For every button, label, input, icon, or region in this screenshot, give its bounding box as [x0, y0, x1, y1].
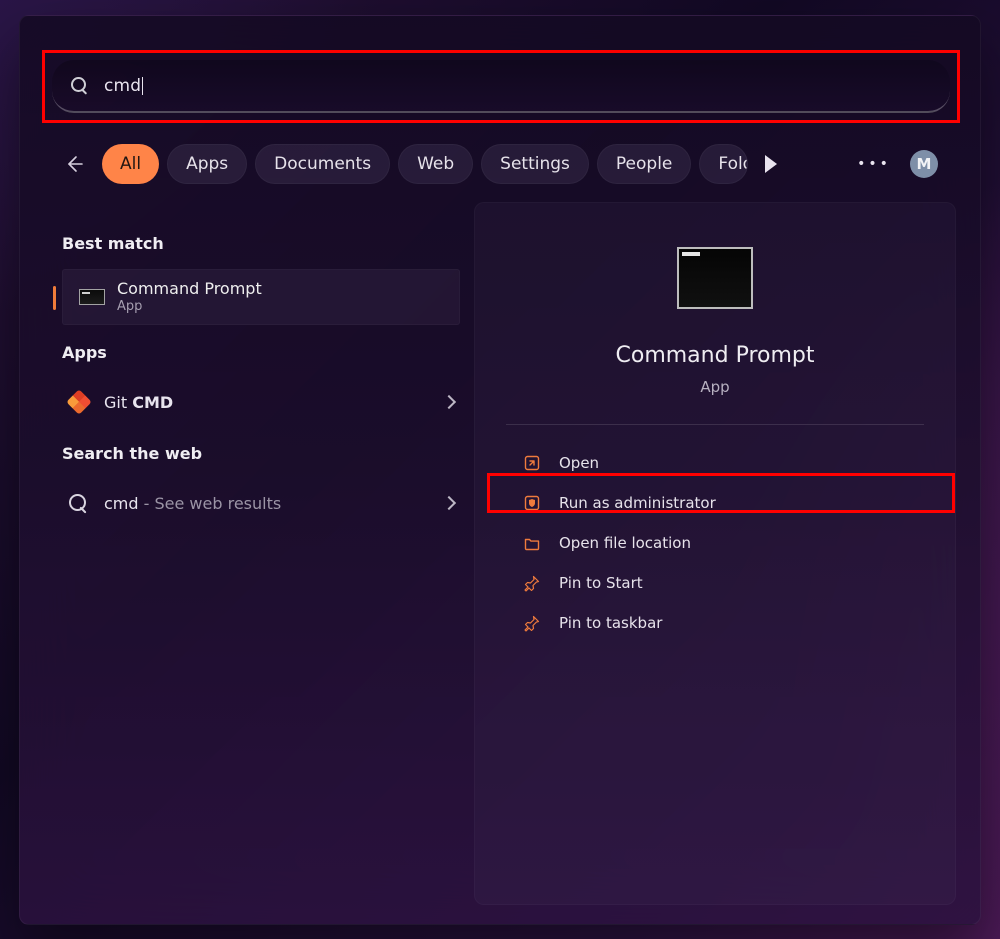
chevron-right-icon — [442, 395, 456, 409]
user-initial: M — [917, 155, 932, 173]
search-value: cmd — [104, 76, 141, 96]
tab-apps[interactable]: Apps — [167, 144, 247, 184]
user-avatar[interactable]: M — [910, 150, 938, 178]
back-button[interactable] — [62, 152, 86, 176]
tab-label: Folders — [718, 154, 748, 174]
app-result-label: Git CMD — [104, 393, 173, 412]
tab-all[interactable]: All — [102, 144, 159, 184]
best-match-item[interactable]: Command Prompt App — [62, 269, 460, 325]
search-icon — [68, 492, 90, 514]
action-open[interactable]: Open — [485, 443, 945, 483]
web-result-label: cmd - See web results — [104, 494, 281, 513]
divider — [506, 424, 924, 425]
action-label: Run as administrator — [559, 494, 716, 512]
tab-web[interactable]: Web — [398, 144, 473, 184]
text-cursor — [142, 77, 143, 95]
tab-settings[interactable]: Settings — [481, 144, 589, 184]
tab-folders[interactable]: Folders — [699, 144, 748, 184]
chevron-right-icon — [442, 496, 456, 510]
open-icon — [523, 454, 541, 472]
command-prompt-icon — [79, 289, 105, 305]
selection-indicator — [53, 286, 56, 310]
action-label: Pin to taskbar — [559, 614, 662, 632]
action-pin-to-start[interactable]: Pin to Start — [485, 563, 945, 603]
tab-label: People — [616, 154, 672, 174]
best-match-text: Command Prompt App — [117, 280, 262, 313]
tab-documents[interactable]: Documents — [255, 144, 390, 184]
folder-icon — [523, 534, 541, 552]
tab-label: Documents — [274, 154, 371, 174]
tab-label: Settings — [500, 154, 570, 174]
action-label: Pin to Start — [559, 574, 643, 592]
best-match-subtitle: App — [117, 299, 262, 314]
search-icon — [70, 76, 90, 96]
results-left-column: Best match Command Prompt App Apps Git C… — [62, 216, 460, 527]
action-label: Open — [559, 454, 599, 472]
git-icon — [68, 391, 90, 413]
app-result-git-cmd[interactable]: Git CMD — [62, 378, 460, 426]
preview-title: Command Prompt — [616, 343, 815, 368]
preview-subtitle: App — [700, 378, 729, 396]
section-web: Search the web — [62, 444, 460, 463]
action-pin-to-taskbar[interactable]: Pin to taskbar — [485, 603, 945, 643]
best-match-title: Command Prompt — [117, 280, 262, 298]
search-input[interactable]: cmd — [52, 60, 950, 113]
tabs-scroll-right[interactable] — [758, 150, 786, 178]
command-prompt-icon — [677, 247, 753, 309]
action-label: Open file location — [559, 534, 691, 552]
pin-icon — [523, 574, 541, 592]
action-open-file-location[interactable]: Open file location — [485, 523, 945, 563]
pin-icon — [523, 614, 541, 632]
filter-tabs-row: All Apps Documents Web Settings People F… — [62, 144, 938, 184]
section-best-match: Best match — [62, 234, 460, 253]
tab-label: All — [120, 154, 141, 174]
search-bar-highlight: cmd — [42, 50, 960, 123]
shield-icon — [523, 494, 541, 512]
preview-actions: Open Run as administrator Open file loca… — [485, 443, 945, 643]
web-result-cmd[interactable]: cmd - See web results — [62, 479, 460, 527]
start-search-panel: cmd All Apps Documents Web Settings Peop… — [19, 15, 981, 925]
tab-people[interactable]: People — [597, 144, 691, 184]
more-options-button[interactable]: ••• — [860, 150, 888, 178]
preview-pane: Command Prompt App Open Run as administr… — [474, 202, 956, 905]
section-apps: Apps — [62, 343, 460, 362]
tab-label: Apps — [186, 154, 228, 174]
action-run-as-admin[interactable]: Run as administrator — [485, 483, 945, 523]
tab-label: Web — [417, 154, 454, 174]
